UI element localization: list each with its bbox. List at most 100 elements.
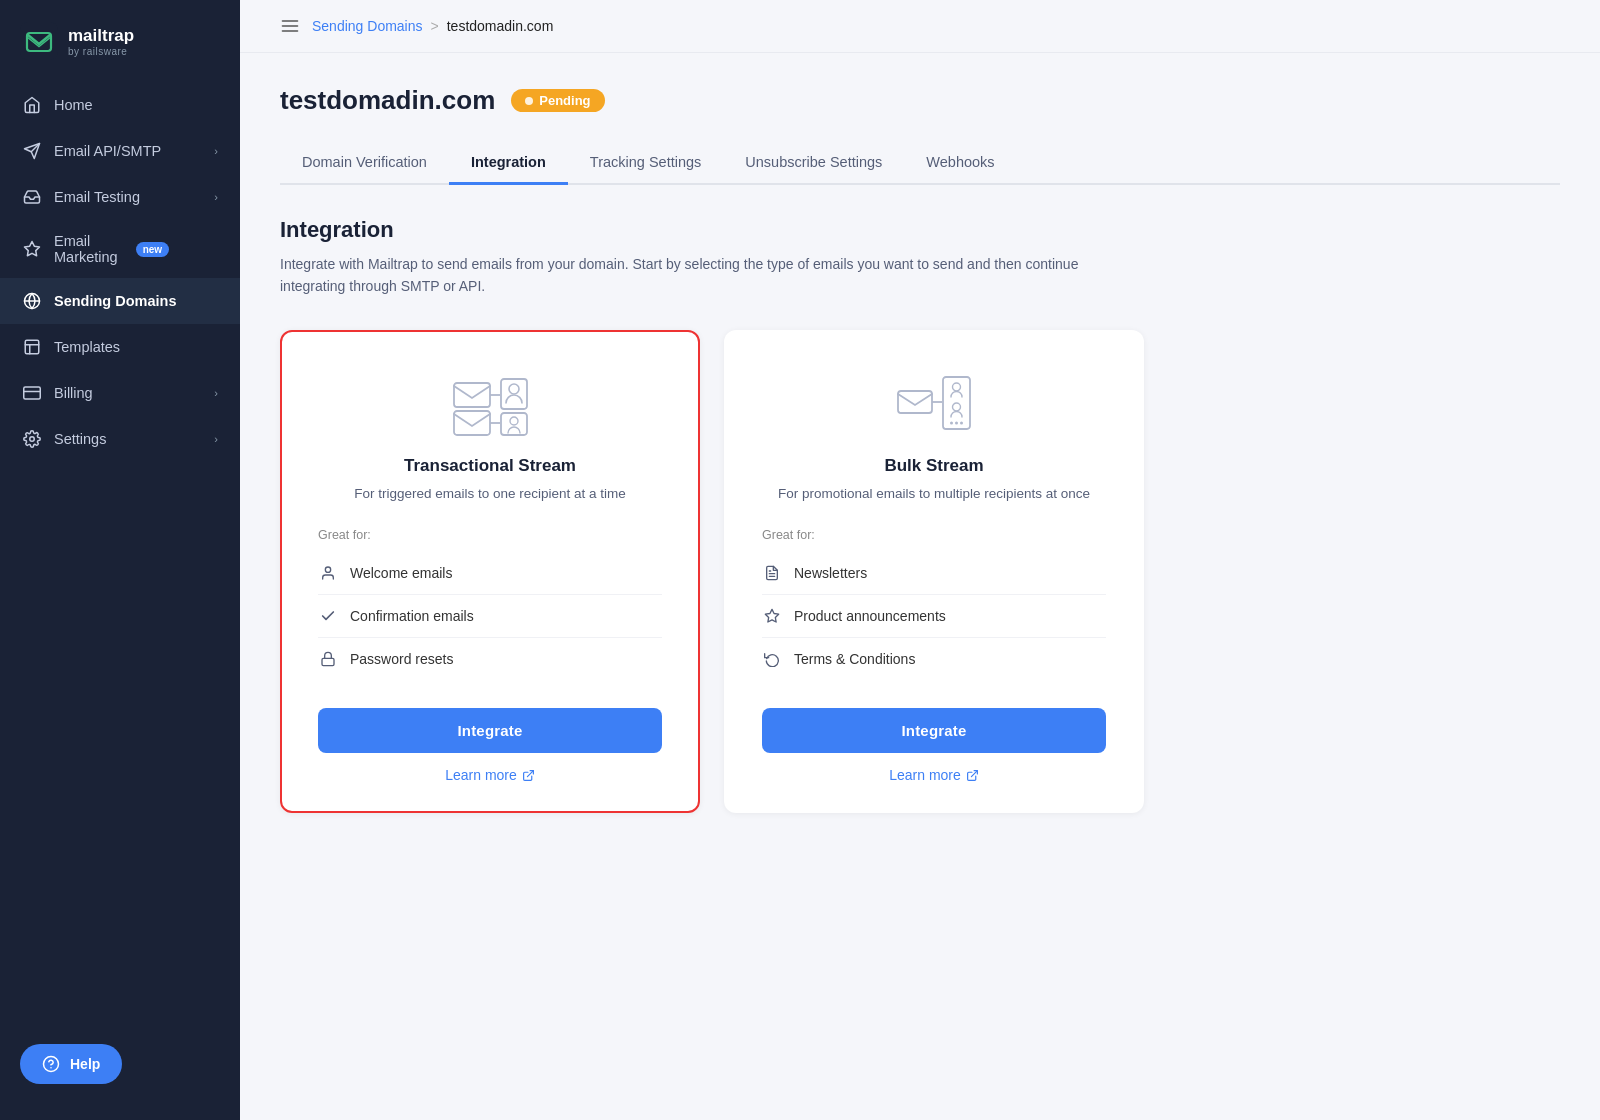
svg-rect-24 [501,413,527,435]
svg-line-40 [971,770,977,776]
feature-newsletters: Newsletters [762,552,1106,594]
globe-icon [22,291,42,311]
sidebar-item-label: Settings [54,431,106,447]
page-title: testdomadin.com [280,85,495,116]
svg-rect-29 [898,391,932,413]
sidebar-item-email-testing[interactable]: Email Testing › [0,174,240,220]
bulk-features: Newsletters Product announcements Terms … [762,552,1106,680]
tab-integration[interactable]: Integration [449,144,568,185]
svg-rect-19 [454,411,490,435]
feature-label: Terms & Conditions [794,651,915,667]
svg-point-26 [325,567,330,572]
transactional-desc: For triggered emails to one recipient at… [354,484,626,504]
sidebar: mailtrap by railsware Home Email API/SMT… [0,0,240,1120]
sidebar-logo: mailtrap by railsware [0,0,240,82]
external-link-icon [966,769,979,782]
sidebar-item-billing[interactable]: Billing › [0,370,240,416]
svg-rect-27 [322,658,334,665]
bulk-title: Bulk Stream [884,456,983,476]
main-content: Sending Domains > testdomadin.com testdo… [240,0,1600,1120]
mailtrap-logo-icon [20,22,58,60]
breadcrumb-separator: > [431,18,439,34]
breadcrumb-current: testdomadin.com [447,18,554,34]
help-icon [42,1055,60,1073]
feature-confirmation-emails: Confirmation emails [318,594,662,637]
bulk-icon-wrap [894,368,974,438]
svg-point-12 [30,437,35,442]
status-badge: Pending [511,89,604,112]
sidebar-item-label: EmailMarketing [54,233,118,265]
breadcrumb: Sending Domains > testdomadin.com [312,18,553,34]
transactional-integrate-button[interactable]: Integrate [318,708,662,753]
feature-label: Newsletters [794,565,867,581]
sidebar-item-home[interactable]: Home [0,82,240,128]
feature-terms-conditions: Terms & Conditions [762,637,1106,680]
sidebar-navigation: Home Email API/SMTP › Email Testing › Em… [0,82,240,1028]
section-description: Integrate with Mailtrap to send emails f… [280,253,1080,298]
send-icon [22,141,42,161]
chevron-right-icon: › [214,145,218,157]
tab-unsubscribe-settings[interactable]: Unsubscribe Settings [723,144,904,185]
tab-tracking-settings[interactable]: Tracking Settings [568,144,723,185]
svg-point-36 [960,421,963,424]
integration-cards: Transactional Stream For triggered email… [280,330,1560,813]
inbox-icon [22,187,42,207]
announcement-icon [762,606,782,626]
feature-password-resets: Password resets [318,637,662,680]
user-icon [318,563,338,583]
svg-rect-10 [24,387,41,399]
sidebar-item-email-api-smtp[interactable]: Email API/SMTP › [0,128,240,174]
sidebar-item-label: Templates [54,339,120,355]
bulk-learn-more-link[interactable]: Learn more [889,767,979,783]
sidebar-item-label: Email API/SMTP [54,143,161,159]
breadcrumb-link[interactable]: Sending Domains [312,18,423,34]
bulk-card: Bulk Stream For promotional emails to mu… [724,330,1144,813]
external-link-icon [522,769,535,782]
chevron-right-icon: › [214,433,218,445]
feature-label: Confirmation emails [350,608,474,624]
svg-rect-7 [25,340,39,354]
check-icon [318,606,338,626]
page-header: testdomadin.com Pending [280,85,1560,116]
brand-name: mailtrap by railsware [68,26,134,57]
newsletter-icon [762,563,782,583]
chevron-right-icon: › [214,191,218,203]
help-button[interactable]: Help [20,1044,122,1084]
home-icon [22,95,42,115]
transactional-illustration [450,369,530,437]
billing-icon [22,383,42,403]
sidebar-item-label: Billing [54,385,93,401]
feature-label: Welcome emails [350,565,452,581]
tab-webhooks[interactable]: Webhooks [904,144,1016,185]
sidebar-item-sending-domains[interactable]: Sending Domains [0,278,240,324]
template-icon [22,337,42,357]
feature-welcome-emails: Welcome emails [318,552,662,594]
sidebar-item-settings[interactable]: Settings › [0,416,240,462]
transactional-learn-more-link[interactable]: Learn more [445,767,535,783]
section-title: Integration [280,217,1560,243]
great-for-label-transactional: Great for: [318,528,371,542]
bulk-integrate-button[interactable]: Integrate [762,708,1106,753]
feature-product-announcements: Product announcements [762,594,1106,637]
status-label: Pending [539,93,590,108]
tab-domain-verification[interactable]: Domain Verification [280,144,449,185]
content-area: testdomadin.com Pending Domain Verificat… [240,53,1600,1120]
lock-icon [318,649,338,669]
sidebar-item-email-marketing[interactable]: EmailMarketing new [0,220,240,278]
transactional-features: Welcome emails Confirmation emails Passw… [318,552,662,680]
transactional-card: Transactional Stream For triggered email… [280,330,700,813]
sidebar-item-templates[interactable]: Templates [0,324,240,370]
settings-icon [22,429,42,449]
feature-label: Password resets [350,651,453,667]
menu-icon[interactable] [280,16,300,36]
chevron-right-icon: › [214,387,218,399]
sparkle-icon [22,239,42,259]
svg-rect-18 [454,383,490,407]
sidebar-item-label: Home [54,97,93,113]
svg-point-35 [950,421,953,424]
great-for-label-bulk: Great for: [762,528,815,542]
bulk-desc: For promotional emails to multiple recip… [778,484,1090,504]
status-dot [525,97,533,105]
tabs-bar: Domain Verification Integration Tracking… [280,144,1560,185]
bulk-illustration [894,369,974,437]
